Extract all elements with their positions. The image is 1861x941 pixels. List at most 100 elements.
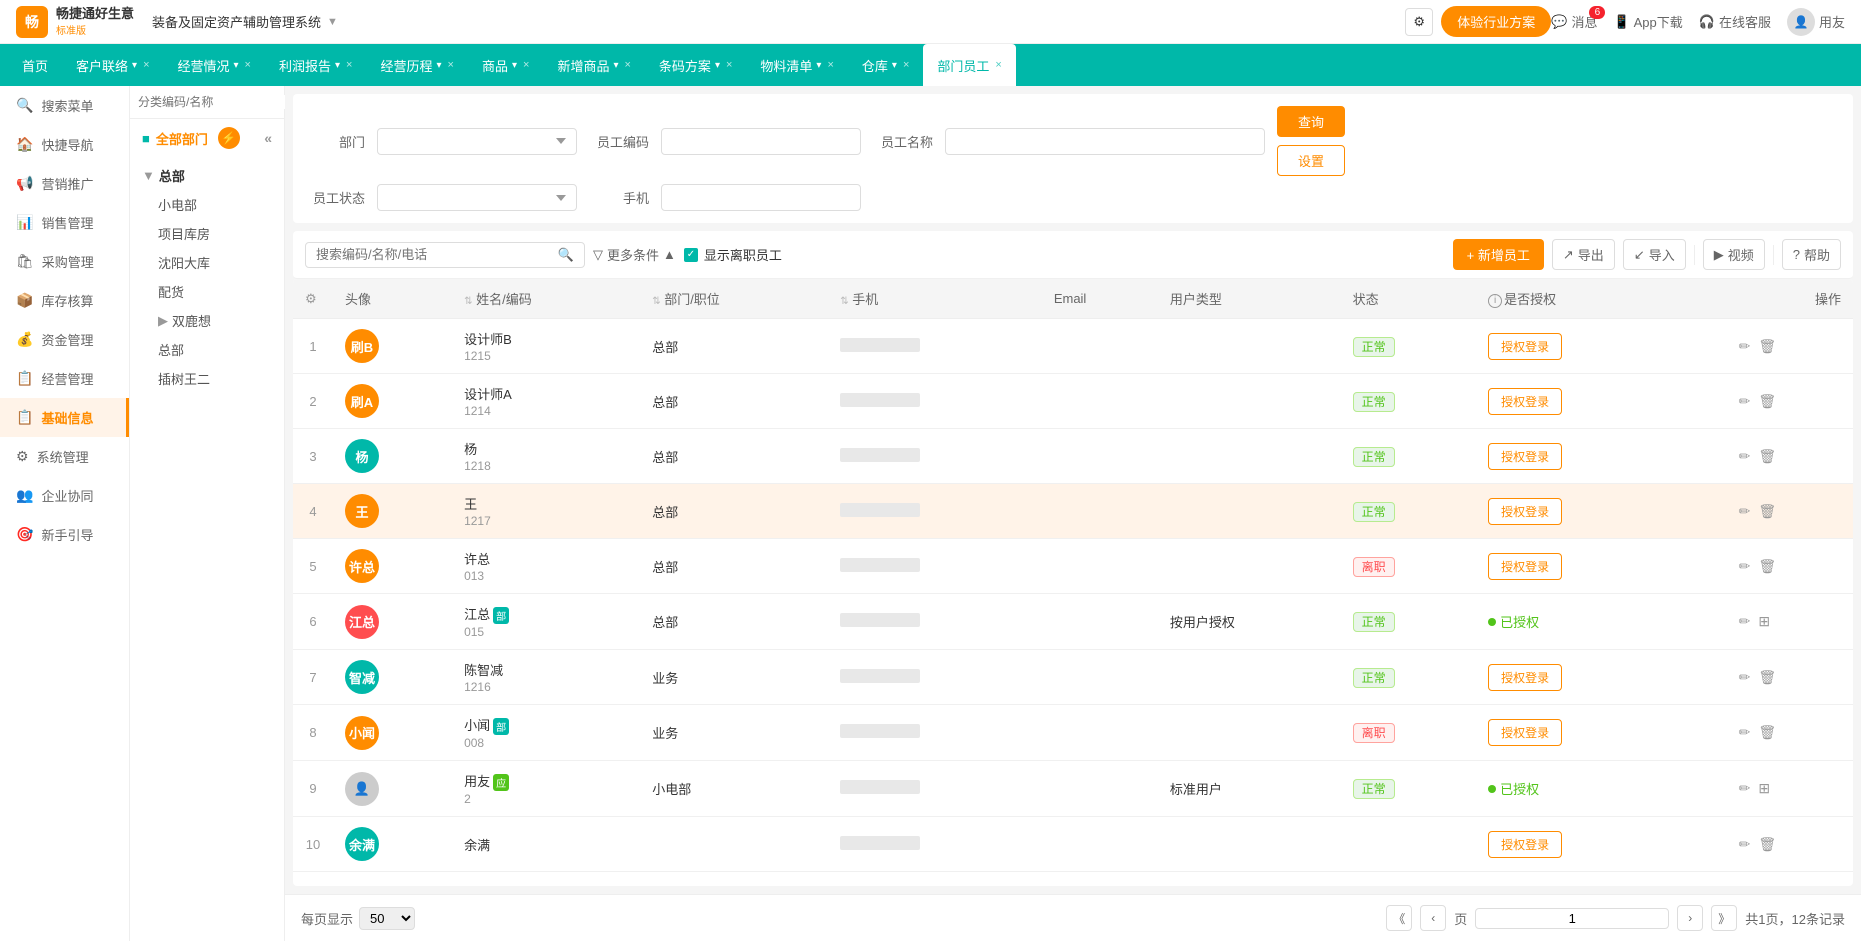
next-page-button[interactable]: › — [1677, 905, 1703, 931]
nav-item-goods[interactable]: 商品▾× — [468, 44, 543, 86]
page-size-select[interactable]: 50 20 100 — [359, 907, 415, 930]
close-icon[interactable]: × — [346, 59, 352, 71]
edit-icon[interactable]: ✏ — [1739, 724, 1751, 741]
edit-icon[interactable]: ✏ — [1739, 836, 1751, 853]
delete-icon[interactable]: 🗑 — [1758, 669, 1776, 686]
auth-button[interactable]: 授权登录 — [1488, 553, 1562, 580]
delete-icon[interactable]: 🗑 — [1758, 836, 1776, 853]
delete-icon[interactable]: 🗑 — [1758, 448, 1776, 465]
auth-button[interactable]: 授权登录 — [1488, 333, 1562, 360]
auth-button[interactable]: 授权登录 — [1488, 664, 1562, 691]
collapse-button[interactable]: « — [264, 130, 272, 146]
dept-node-shenyang[interactable]: 沈阳大库 — [130, 248, 284, 277]
sidebar-item-basic-info[interactable]: 📋 基础信息 — [0, 398, 129, 437]
edit-icon[interactable]: ✏ — [1739, 448, 1751, 465]
nav-item-bom[interactable]: 物料清单▾× — [746, 44, 847, 86]
nav-item-history[interactable]: 经营历程▾× — [366, 44, 467, 86]
search-icon[interactable]: 🔍 — [558, 247, 574, 263]
delete-icon[interactable]: 🗑 — [1758, 503, 1776, 520]
col-phone[interactable]: ⇅ 手机 — [828, 279, 1042, 319]
edit-icon[interactable]: ✏ — [1739, 558, 1751, 575]
close-icon[interactable]: × — [624, 59, 630, 71]
edit-icon[interactable]: ✏ — [1739, 780, 1751, 797]
sidebar-item-purchase[interactable]: 🛍 采购管理 — [0, 242, 129, 281]
nav-item-warehouse[interactable]: 仓库▾× — [848, 44, 923, 86]
close-icon[interactable]: × — [995, 59, 1001, 71]
dept-node-project[interactable]: 项目库房 — [130, 219, 284, 248]
delete-icon[interactable]: 🗑 — [1758, 558, 1776, 575]
last-page-button[interactable]: 》 — [1711, 905, 1737, 931]
sidebar-item-inventory[interactable]: 📦 库存核算 — [0, 281, 129, 320]
dept-node-small-electronics[interactable]: 小电部 — [130, 190, 284, 219]
edit-icon[interactable]: ✏ — [1739, 393, 1751, 410]
edit-icon[interactable]: ✏ — [1739, 338, 1751, 355]
edit-icon[interactable]: ✏ — [1739, 613, 1751, 630]
col-name[interactable]: ⇅ 姓名/编码 — [452, 279, 640, 319]
delete-icon[interactable]: 🗑 — [1758, 393, 1776, 410]
online-service-button[interactable]: 🎧 在线客服 — [1699, 12, 1771, 31]
close-icon[interactable]: × — [726, 59, 732, 71]
sidebar-item-system[interactable]: ⚙ 系统管理 — [0, 437, 129, 476]
dept-node-general[interactable]: ▼ 总部 — [130, 161, 284, 190]
sidebar-item-operations[interactable]: 📋 经营管理 — [0, 359, 129, 398]
nav-item-business[interactable]: 经营情况▾× — [164, 44, 265, 86]
dept-filter-select[interactable] — [377, 128, 577, 155]
col-dept[interactable]: ⇅ 部门/职位 — [640, 279, 828, 319]
current-page-input[interactable] — [1475, 908, 1669, 929]
more-filter-button[interactable]: ▽ 更多条件 ▲ — [593, 245, 676, 264]
dept-node-general2[interactable]: 总部 — [130, 335, 284, 364]
help-button[interactable]: ? 帮助 — [1782, 239, 1841, 270]
dept-search-input[interactable] — [138, 95, 293, 109]
message-button[interactable]: 💬 消息 6 — [1551, 12, 1597, 31]
sidebar-item-search[interactable]: 🔍 搜索菜单 — [0, 86, 129, 125]
view-button[interactable]: ▶ 视频 — [1703, 239, 1765, 270]
auth-button[interactable]: 授权登录 — [1488, 388, 1562, 415]
close-icon[interactable]: × — [143, 59, 149, 71]
show-resigned-checkbox[interactable]: ✓ — [684, 248, 698, 262]
sidebar-item-shortcuts[interactable]: 🏠 快捷导航 — [0, 125, 129, 164]
emp-name-input[interactable] — [945, 128, 1265, 155]
app-download-button[interactable]: 📱 App下载 — [1613, 12, 1682, 31]
nav-item-barcode[interactable]: 条码方案▾× — [645, 44, 746, 86]
nav-item-home[interactable]: 首页 — [8, 44, 62, 86]
col-settings[interactable]: ⚙ — [293, 279, 333, 319]
close-icon[interactable]: × — [903, 59, 909, 71]
sidebar-item-finance[interactable]: 💰 资金管理 — [0, 320, 129, 359]
copy-icon[interactable]: ⊞ — [1758, 613, 1770, 630]
close-icon[interactable]: × — [827, 59, 833, 71]
dept-node-delivery[interactable]: 配货 — [130, 277, 284, 306]
edit-icon[interactable]: ✏ — [1739, 503, 1751, 520]
sidebar-item-marketing[interactable]: 📢 营销推广 — [0, 164, 129, 203]
export-button[interactable]: ↗ 导出 — [1552, 239, 1615, 270]
nav-item-profit[interactable]: 利润报告▾× — [265, 44, 366, 86]
add-employee-button[interactable]: + 新增员工 — [1453, 239, 1544, 270]
dept-node-insert[interactable]: 插树王二 — [130, 364, 284, 393]
nav-item-customers[interactable]: 客户联络▾× — [62, 44, 163, 86]
settings-button[interactable]: ⚙ — [1405, 8, 1433, 36]
phone-input[interactable] — [661, 184, 861, 211]
sidebar-item-guide[interactable]: 🎯 新手引导 — [0, 515, 129, 554]
first-page-button[interactable]: 《 — [1386, 905, 1412, 931]
sidebar-item-collab[interactable]: 👥 企业协同 — [0, 476, 129, 515]
reset-button[interactable]: 设置 — [1277, 145, 1345, 176]
emp-status-select[interactable] — [377, 184, 577, 211]
emp-code-input[interactable] — [661, 128, 861, 155]
trial-button[interactable]: 体验行业方案 — [1441, 6, 1551, 37]
dept-manage-button[interactable]: ⚡ — [218, 127, 240, 149]
dept-node-shuangluxiang[interactable]: ▶双鹿想 — [130, 306, 284, 335]
nav-item-new-goods[interactable]: 新增商品▾× — [543, 44, 644, 86]
delete-icon[interactable]: 🗑 — [1758, 724, 1776, 741]
sidebar-item-sales[interactable]: 📊 销售管理 — [0, 203, 129, 242]
search-input[interactable] — [316, 247, 552, 262]
copy-icon[interactable]: ⊞ — [1758, 780, 1770, 797]
delete-icon[interactable]: 🗑 — [1758, 338, 1776, 355]
auth-button[interactable]: 授权登录 — [1488, 719, 1562, 746]
close-icon[interactable]: × — [523, 59, 529, 71]
auth-button[interactable]: 授权登录 — [1488, 831, 1562, 858]
edit-icon[interactable]: ✏ — [1739, 669, 1751, 686]
query-button[interactable]: 查询 — [1277, 106, 1345, 137]
nav-item-employees[interactable]: 部门员工× — [923, 44, 1015, 86]
close-icon[interactable]: × — [245, 59, 251, 71]
import-button[interactable]: ↙ 导入 — [1623, 239, 1686, 270]
user-area[interactable]: 👤 用友 — [1787, 8, 1845, 36]
